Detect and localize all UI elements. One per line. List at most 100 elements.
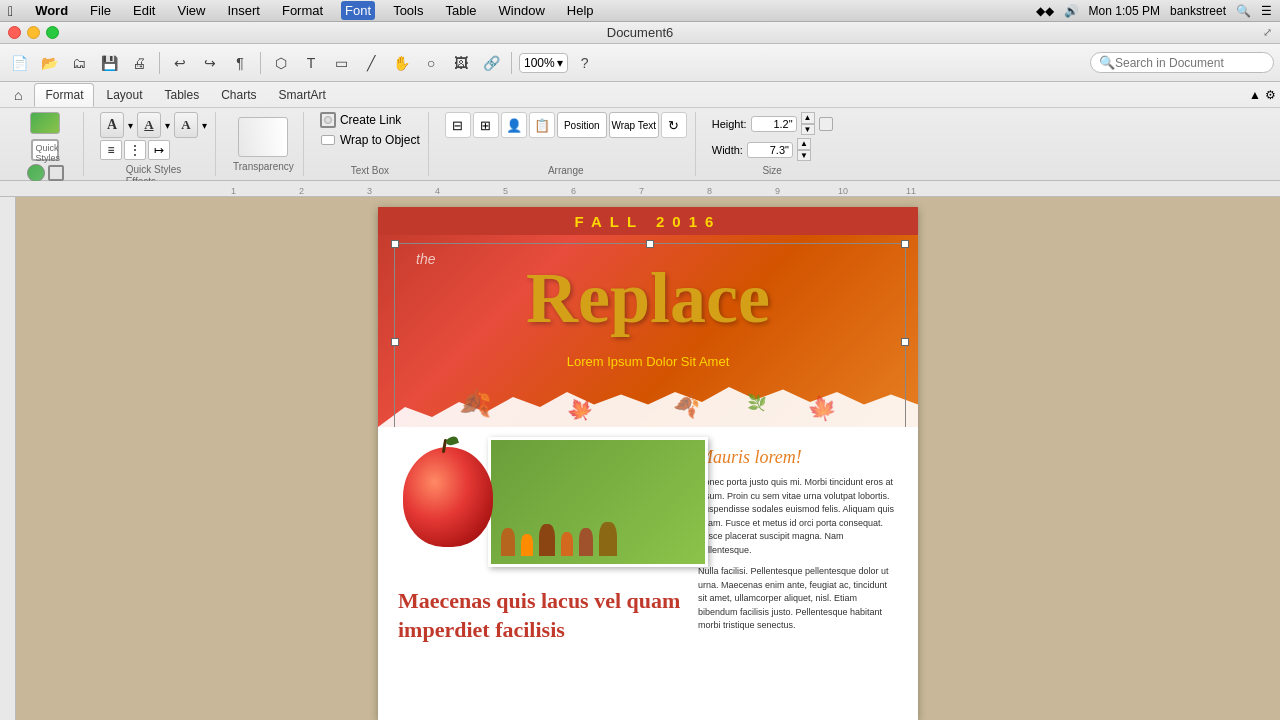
img-button[interactable]: 🖼: [448, 50, 474, 76]
doc-heading: Maecenas quis lacus vel quam imperdiet f…: [398, 587, 682, 644]
text-box-group: Create Link Wrap to Object Text Box: [312, 112, 429, 176]
undo-button[interactable]: ↩: [167, 50, 193, 76]
ribbon-tabs: ⌂ Format Layout Tables Charts SmartArt ▲…: [0, 82, 1280, 108]
handle-top-right[interactable]: [901, 240, 909, 248]
photo-inner: [491, 440, 705, 564]
rotate-btn[interactable]: ↻: [661, 112, 687, 138]
zoom-dropdown-icon[interactable]: ▾: [557, 56, 563, 70]
distribute-btn[interactable]: ⊞: [473, 112, 499, 138]
tab-layout[interactable]: Layout: [96, 84, 152, 106]
font-style-btn[interactable]: A: [137, 112, 161, 138]
quick-styles-btn[interactable]: Quick Styles: [31, 139, 59, 161]
dropdown-icon2[interactable]: ▾: [165, 120, 170, 131]
toolbar: 📄 📂 🗂 💾 🖨 ↩ ↪ ¶ ⬡ T ▭ ╱ ✋ ○ 🖼 🔗 100% ▾ ?…: [0, 44, 1280, 82]
menu-insert[interactable]: Insert: [223, 1, 264, 20]
lock-ratio-btn[interactable]: [819, 117, 833, 131]
menu-font[interactable]: Font: [341, 1, 375, 20]
expand-button[interactable]: ⤢: [1263, 26, 1272, 39]
template-button[interactable]: 🗂: [66, 50, 92, 76]
transparency-slider[interactable]: [238, 117, 288, 157]
redo-button[interactable]: ↪: [197, 50, 223, 76]
dropdown-icon[interactable]: ▾: [128, 120, 133, 131]
ruler-mark-4: 4: [374, 186, 442, 196]
search-input[interactable]: [1115, 56, 1265, 70]
search-icon[interactable]: 🔍: [1236, 4, 1251, 18]
ribbon-options-button[interactable]: ⚙: [1265, 88, 1276, 102]
document-page: FALL 2016 the Replace Lorem Ipsum Dolor …: [378, 207, 918, 720]
line-button[interactable]: ╱: [358, 50, 384, 76]
shape-styles-content: Quick Styles: [27, 112, 64, 182]
draw-button[interactable]: ✋: [388, 50, 414, 76]
handle-top-middle[interactable]: [646, 240, 654, 248]
dropdown-icon3[interactable]: ▾: [202, 120, 207, 131]
quick-styles-label[interactable]: Quick Styles: [126, 164, 182, 175]
shape-style-green[interactable]: [30, 112, 60, 134]
handle-top-left[interactable]: [391, 240, 399, 248]
menu-view[interactable]: View: [173, 1, 209, 20]
width-input[interactable]: [747, 142, 793, 158]
select-button[interactable]: ⬡: [268, 50, 294, 76]
header-main-text[interactable]: Replace: [526, 257, 770, 340]
menu-table[interactable]: Table: [441, 1, 480, 20]
leaves-decoration: 🍂 🍁 🍂 🍁 🌿: [378, 362, 918, 427]
shape-button[interactable]: ▭: [328, 50, 354, 76]
tab-tables[interactable]: Tables: [155, 84, 210, 106]
wrap-text-btn[interactable]: Wrap Text: [609, 112, 659, 138]
width-label: Width:: [712, 144, 743, 156]
minimize-button[interactable]: [27, 26, 40, 39]
arrange-content: ⊟ ⊞ 👤 📋 Position Wrap Text ↻: [445, 112, 687, 161]
photo-people: [501, 522, 617, 556]
apple-menu[interactable]: : [8, 3, 13, 19]
save-button[interactable]: 💾: [96, 50, 122, 76]
arrange-btn[interactable]: 📋: [529, 112, 555, 138]
menu-format[interactable]: Format: [278, 1, 327, 20]
person-btn[interactable]: 👤: [501, 112, 527, 138]
sep1: [159, 52, 160, 74]
tab-format[interactable]: Format: [34, 83, 94, 107]
font-effect-btn[interactable]: A: [174, 112, 198, 138]
menu-file[interactable]: File: [86, 1, 115, 20]
sep3: [511, 52, 512, 74]
print-button[interactable]: 🖨: [126, 50, 152, 76]
height-stepper[interactable]: ▲ ▼: [801, 112, 815, 135]
align-left-btn[interactable]: ≡: [100, 140, 122, 160]
width-stepper[interactable]: ▲ ▼: [797, 138, 811, 161]
zoom-control[interactable]: 100% ▾: [519, 53, 568, 73]
handle-middle-left[interactable]: [391, 338, 399, 346]
tab-home[interactable]: ⌂: [4, 83, 32, 107]
doc-header-top: FALL 2016: [378, 207, 918, 235]
position-btn[interactable]: Position: [557, 112, 607, 138]
menu-tools[interactable]: Tools: [389, 1, 427, 20]
tab-charts[interactable]: Charts: [211, 84, 266, 106]
create-link-btn[interactable]: Create Link: [340, 113, 401, 127]
color-circle-1[interactable]: [27, 164, 45, 182]
font-color-btn[interactable]: A: [100, 112, 124, 138]
wrap-to-object-btn[interactable]: Wrap to Object: [340, 133, 420, 147]
user-name: bankstreet: [1170, 4, 1226, 18]
text-box-button[interactable]: T: [298, 50, 324, 76]
new-doc-button[interactable]: 📄: [6, 50, 32, 76]
tab-smartart[interactable]: SmartArt: [269, 84, 336, 106]
align-btn[interactable]: ⊟: [445, 112, 471, 138]
height-input[interactable]: [751, 116, 797, 132]
maximize-button[interactable]: [46, 26, 59, 39]
photo-frame: [488, 437, 708, 567]
open-button[interactable]: 📂: [36, 50, 62, 76]
special-char-button[interactable]: ¶: [227, 50, 253, 76]
menu-edit[interactable]: Edit: [129, 1, 159, 20]
link-button[interactable]: 🔗: [478, 50, 504, 76]
column-btn[interactable]: ⋮: [124, 140, 146, 160]
ribbon-collapse-button[interactable]: ▲: [1249, 88, 1261, 102]
menu-word[interactable]: Word: [31, 1, 72, 20]
menu-window[interactable]: Window: [495, 1, 549, 20]
indent-btn[interactable]: ↦: [148, 140, 170, 160]
text-styles-group: A ▾ A ▾ A ▾ ≡ ⋮ ↦: [92, 112, 216, 176]
help-button[interactable]: ?: [572, 50, 598, 76]
circle-button[interactable]: ○: [418, 50, 444, 76]
canvas-area[interactable]: FALL 2016 the Replace Lorem Ipsum Dolor …: [16, 197, 1280, 720]
menu-extras: ◆◆: [1036, 4, 1054, 18]
close-button[interactable]: [8, 26, 21, 39]
border-style-btn[interactable]: [48, 165, 64, 181]
handle-middle-right[interactable]: [901, 338, 909, 346]
menu-help[interactable]: Help: [563, 1, 598, 20]
